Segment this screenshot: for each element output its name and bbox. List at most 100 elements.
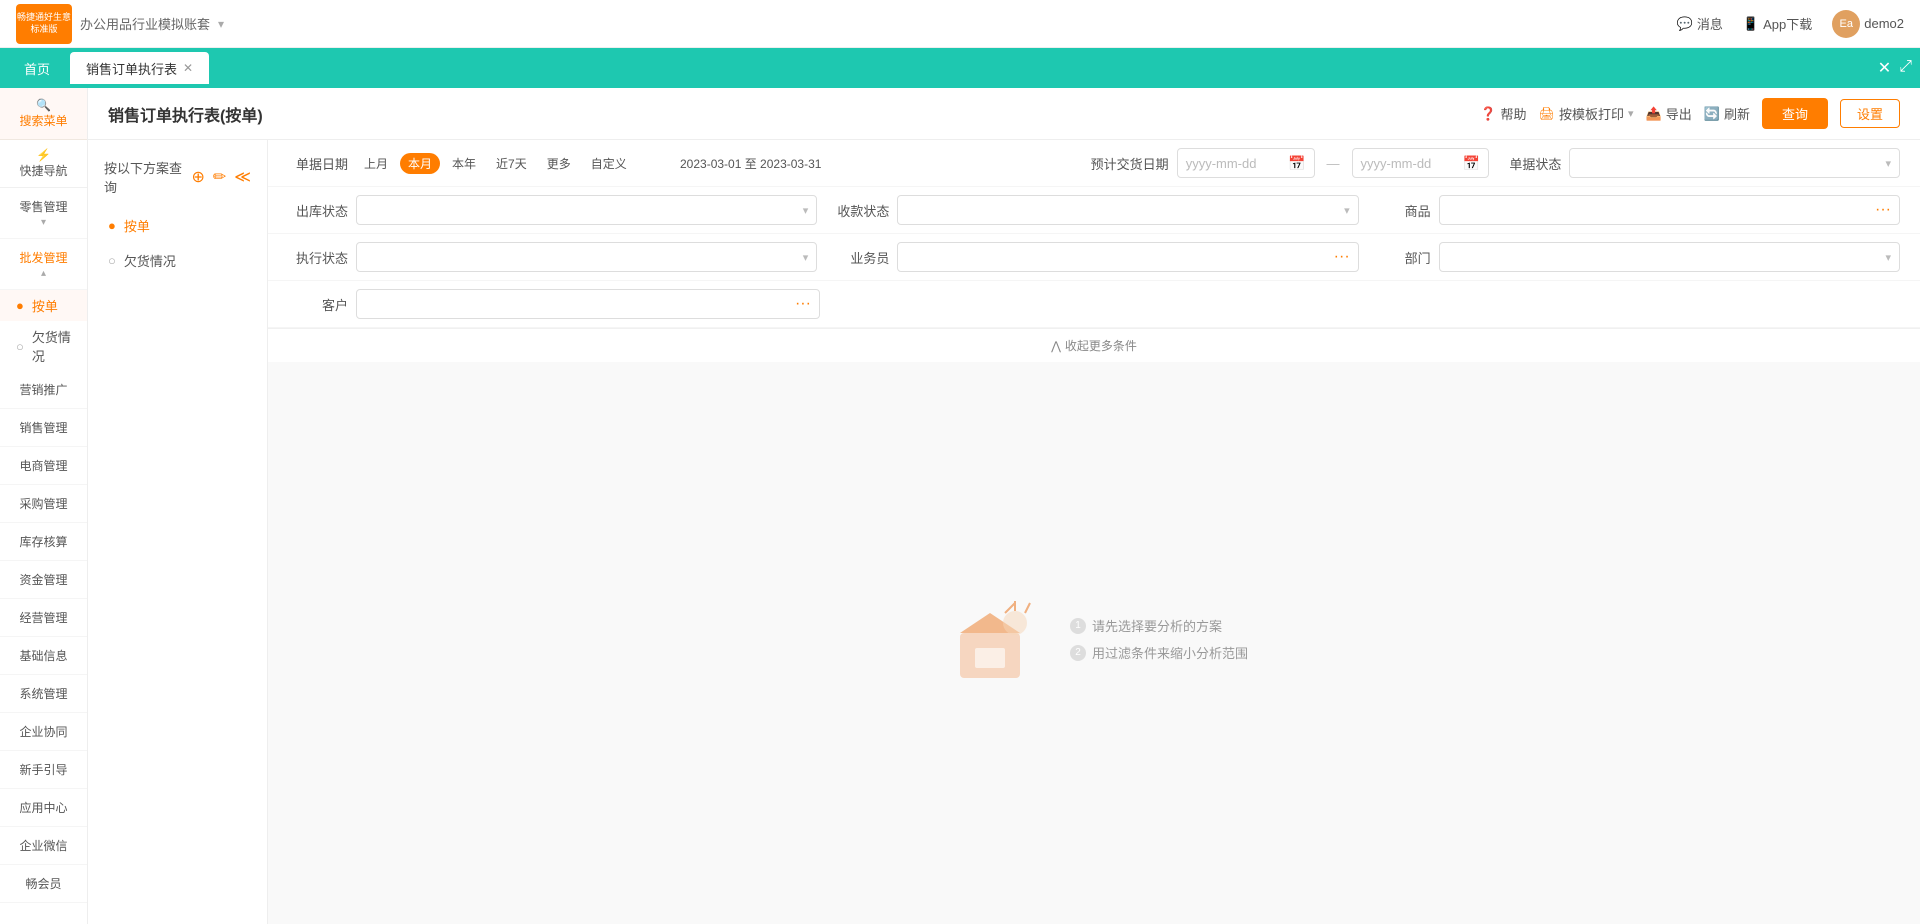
filter-sidebar: 按以下方案查询 ⊕ ✏ ≪ ● 按单 ○ 欠货情况 — [88, 140, 268, 924]
salesperson-label: 业务员 — [829, 248, 889, 267]
tab-bar: 首页 销售订单执行表 ✕ ✕ ⤢ — [0, 48, 1920, 88]
filter-sidebar-icons: ⊕ ✏ ≪ — [191, 167, 251, 187]
collapse-icon[interactable]: ≪ — [234, 167, 251, 187]
page-actions: ❓ 帮助 🖨 按模板打印 ▾ 📤 导出 🔄 刷新 查询 设置 — [1480, 98, 1900, 129]
header-right: 💬 消息 📱 App下载 Ea demo2 — [1677, 10, 1904, 38]
salesperson-picker-icon[interactable]: ··· — [1334, 248, 1350, 266]
sidebar-sub-press[interactable]: ● 按单 — [0, 290, 87, 321]
main-layout: 🔍 搜索菜单 ⚡ 快捷导航 零售管理 ▾ 批发管理 ▴ ● 按单 ○ 欠货情况 … — [0, 88, 1920, 924]
sidebar-item-sales[interactable]: 销售管理 — [0, 409, 87, 447]
sidebar-item-wechat[interactable]: 企业微信 — [0, 827, 87, 865]
dropdown-arrow-icon: ▾ — [1885, 251, 1891, 264]
print-button[interactable]: 🖨 按模板打印 ▾ — [1539, 104, 1634, 123]
customer-input[interactable]: ··· — [356, 289, 820, 319]
dropdown-arrow-icon: ▾ — [1885, 157, 1891, 170]
sidebar-sub-debt[interactable]: ○ 欠货情况 — [0, 321, 87, 371]
query-button[interactable]: 查询 — [1762, 98, 1828, 129]
empty-state: 1 请先选择要分析的方案 2 用过滤条件来缩小分析范围 — [268, 362, 1920, 924]
filter-row-3: 执行状态 ▾ 业务员 ··· 部门 — [268, 234, 1920, 281]
sidebar-item-system[interactable]: 系统管理 — [0, 675, 87, 713]
page-title-bar: 销售订单执行表(按单) ❓ 帮助 🖨 按模板打印 ▾ 📤 导出 🔄 刷新 — [88, 88, 1920, 140]
page-title: 销售订单执行表(按单) — [108, 102, 263, 126]
goods-input[interactable]: ··· — [1439, 195, 1900, 225]
sidebar-quick-nav[interactable]: ⚡ 快捷导航 — [0, 140, 87, 188]
receive-status-select[interactable]: ▾ — [897, 195, 1358, 225]
department-label: 部门 — [1371, 248, 1431, 267]
dropdown-arrow-icon: ▾ — [803, 251, 809, 264]
sidebar-item-enterprise[interactable]: 企业协同 — [0, 713, 87, 751]
customer-label: 客户 — [288, 295, 348, 314]
dropdown-arrow-icon: ▾ — [1344, 204, 1350, 217]
expected-date-label: 预计交货日期 — [1091, 154, 1169, 173]
minimize-icon[interactable]: ✕ — [1878, 58, 1891, 78]
sidebar-item-marketing[interactable]: 营销推广 — [0, 371, 87, 409]
sidebar-item-member[interactable]: 畅会员 — [0, 865, 87, 903]
goods-picker-icon[interactable]: ··· — [1875, 201, 1891, 219]
expected-date-start[interactable]: yyyy-mm-dd 📅 — [1177, 148, 1315, 178]
doc-status-select[interactable]: ▾ — [1569, 148, 1900, 178]
tip-num-2: 2 — [1070, 645, 1086, 661]
help-button[interactable]: ❓ 帮助 — [1480, 104, 1526, 123]
edit-icon[interactable]: ✏ — [213, 167, 226, 187]
sidebar-item-inventory[interactable]: 库存核算 — [0, 523, 87, 561]
chevron-icon: ▴ — [41, 268, 46, 279]
collapse-arrow-icon: ⋀ — [1051, 339, 1061, 353]
settings-button[interactable]: 设置 — [1840, 99, 1900, 128]
date-tab-custom[interactable]: 自定义 — [583, 153, 635, 174]
tab-sales-exec[interactable]: 销售订单执行表 ✕ — [70, 52, 209, 84]
sidebar-item-finance[interactable]: 资金管理 — [0, 561, 87, 599]
date-tab-last-month[interactable]: 上月 — [356, 153, 396, 174]
empty-illustration — [940, 593, 1040, 693]
user-menu[interactable]: Ea demo2 — [1832, 10, 1904, 38]
collapse-bar[interactable]: ⋀ 收起更多条件 — [268, 328, 1920, 362]
date-tab-this-month[interactable]: 本月 — [400, 153, 440, 174]
salesperson-input[interactable]: ··· — [897, 242, 1358, 272]
content-area: 销售订单执行表(按单) ❓ 帮助 🖨 按模板打印 ▾ 📤 导出 🔄 刷新 — [88, 88, 1920, 924]
sidebar-item-ecommerce[interactable]: 电商管理 — [0, 447, 87, 485]
chevron-icon: ▾ — [41, 217, 46, 228]
app-title: 办公用品行业模拟账套 — [80, 14, 210, 33]
sidebar-item-newbie[interactable]: 新手引导 — [0, 751, 87, 789]
message-icon: 💬 — [1677, 16, 1693, 32]
filter-plan-debt[interactable]: ○ 欠货情况 — [88, 243, 267, 278]
calendar-icon: 📅 — [1288, 155, 1305, 172]
add-icon[interactable]: ⊕ — [191, 167, 204, 187]
exec-status-select[interactable]: ▾ — [356, 242, 817, 272]
goods-label: 商品 — [1371, 201, 1431, 220]
date-tab-7days[interactable]: 近7天 — [488, 153, 535, 174]
download-button[interactable]: 📱 App下载 — [1743, 14, 1812, 33]
refresh-button[interactable]: 🔄 刷新 — [1704, 104, 1750, 123]
sidebar-item-apps[interactable]: 应用中心 — [0, 789, 87, 827]
sidebar-item-retail[interactable]: 零售管理 ▾ — [0, 188, 87, 239]
tip-num-1: 1 — [1070, 618, 1086, 634]
filter-sidebar-header: 按以下方案查询 ⊕ ✏ ≪ — [88, 152, 267, 202]
top-header: 畅捷通好生意 标准版 办公用品行业模拟账套 ▾ 💬 消息 📱 App下载 Ea … — [0, 0, 1920, 48]
sidebar-item-basic[interactable]: 基础信息 — [0, 637, 87, 675]
empty-tips: 1 请先选择要分析的方案 2 用过滤条件来缩小分析范围 — [1070, 616, 1248, 670]
sidebar-item-wholesale[interactable]: 批发管理 ▴ — [0, 239, 87, 290]
date-tab-this-year[interactable]: 本年 — [444, 153, 484, 174]
tab-close-icon[interactable]: ✕ — [183, 61, 193, 75]
messages-button[interactable]: 💬 消息 — [1677, 14, 1723, 33]
out-status-select[interactable]: ▾ — [356, 195, 817, 225]
help-icon: ❓ — [1480, 106, 1496, 122]
avatar: Ea — [1832, 10, 1860, 38]
empty-tip-2: 2 用过滤条件来缩小分析范围 — [1070, 643, 1248, 662]
maximize-icon[interactable]: ⤢ — [1899, 58, 1912, 78]
filter-plan-press[interactable]: ● 按单 — [88, 208, 267, 243]
department-select[interactable]: ▾ — [1439, 242, 1900, 272]
export-button[interactable]: 📤 导出 — [1646, 104, 1692, 123]
tab-home[interactable]: 首页 — [8, 52, 66, 84]
out-status-label: 出库状态 — [288, 201, 348, 220]
tab-bar-right: ✕ ⤢ — [1878, 58, 1912, 78]
sidebar-item-operations[interactable]: 经营管理 — [0, 599, 87, 637]
doc-status-label: 单据状态 — [1501, 154, 1561, 173]
empty-visual: 1 请先选择要分析的方案 2 用过滤条件来缩小分析范围 — [940, 593, 1248, 693]
sidebar-item-purchase[interactable]: 采购管理 — [0, 485, 87, 523]
sidebar-search[interactable]: 🔍 搜索菜单 — [0, 88, 87, 140]
customer-picker-icon[interactable]: ··· — [795, 295, 811, 313]
sidebar: 🔍 搜索菜单 ⚡ 快捷导航 零售管理 ▾ 批发管理 ▴ ● 按单 ○ 欠货情况 … — [0, 88, 88, 924]
expected-date-end[interactable]: yyyy-mm-dd 📅 — [1352, 148, 1490, 178]
dropdown-arrow-icon[interactable]: ▾ — [218, 17, 224, 31]
date-tab-more[interactable]: 更多 — [539, 153, 579, 174]
